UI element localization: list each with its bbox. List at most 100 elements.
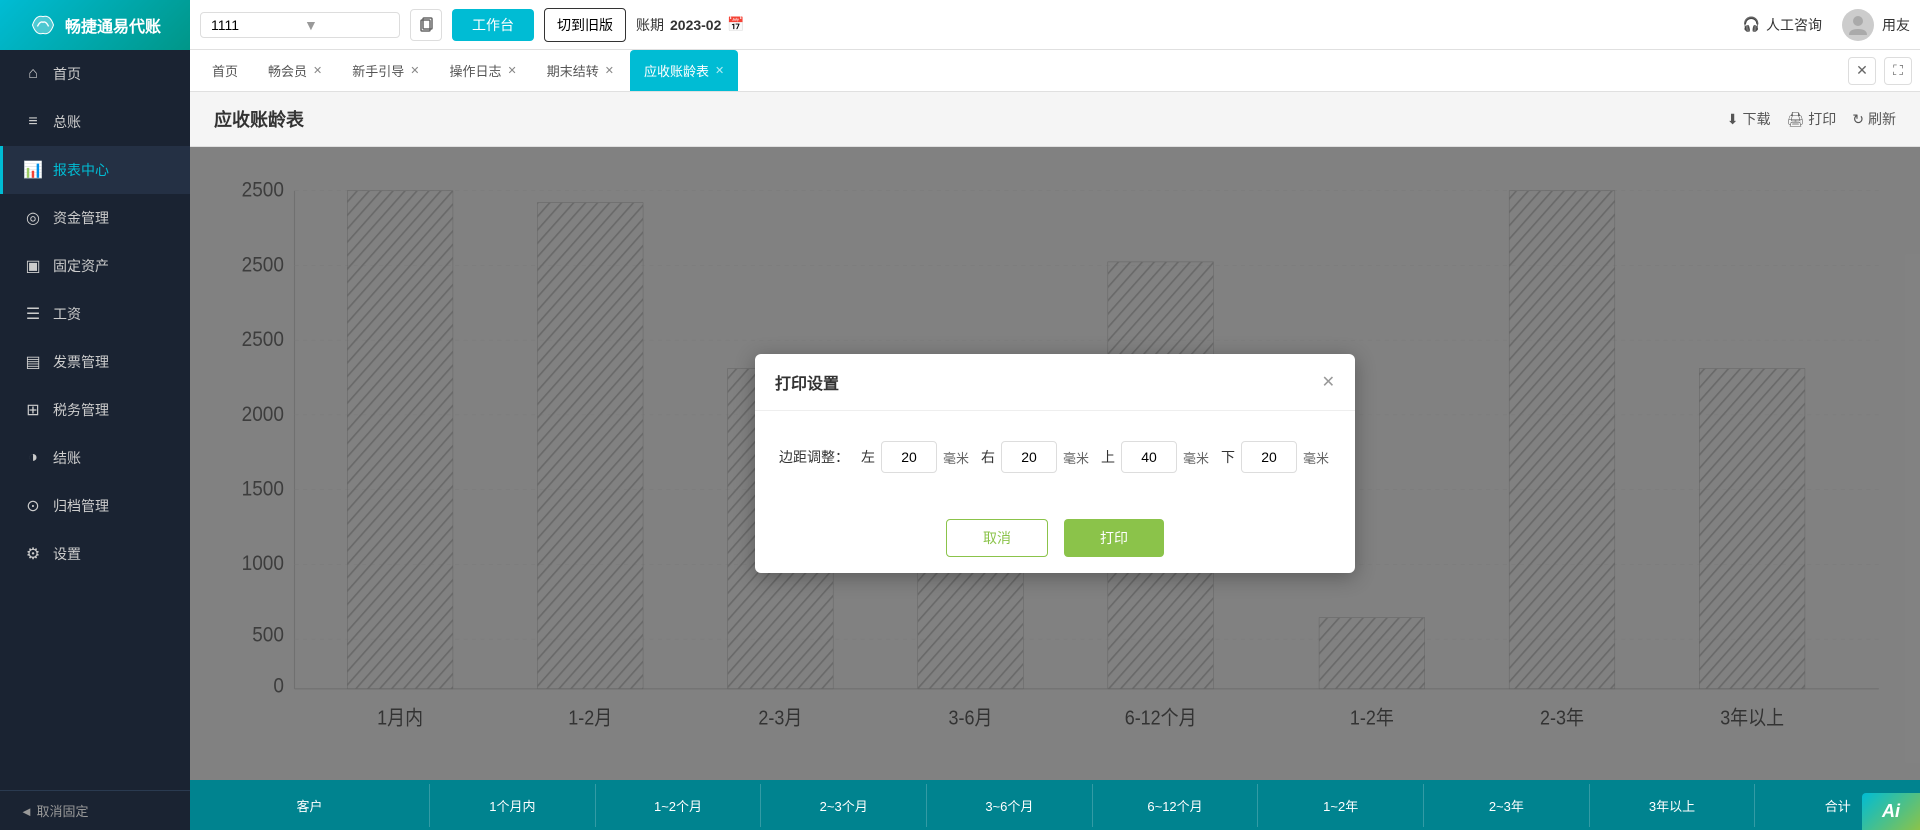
table-col-2month: 1~2个月: [596, 784, 762, 827]
settings-icon: ⚙: [23, 544, 43, 564]
print-icon: 🖨: [1786, 111, 1804, 128]
page-header: 应收账龄表 ⬇ 下载 🖨 打印 ↻ 刷新: [190, 92, 1920, 147]
sidebar-collapse-button[interactable]: ◄ 取消固定: [0, 790, 190, 830]
close-icon[interactable]: ✕: [508, 64, 517, 77]
table-col-3month: 2~3个月: [761, 784, 927, 827]
bottom-margin-input[interactable]: [1241, 441, 1297, 473]
margin-label: 边距调整：: [779, 447, 849, 467]
content-area: 首页 畅会员 ✕ 新手引导 ✕ 操作日志 ✕ 期末结转 ✕ 应收账龄表 ✕: [190, 50, 1920, 830]
copy-icon: [418, 17, 434, 33]
confirm-print-button[interactable]: 打印: [1064, 519, 1164, 557]
sidebar-item-ledger[interactable]: ≡ 总账: [0, 98, 190, 146]
logo-area: 畅捷通易代账: [0, 0, 190, 50]
page-actions: ⬇ 下载 🖨 打印 ↻ 刷新: [1727, 109, 1896, 129]
download-icon: ⬇: [1727, 111, 1739, 128]
copy-button[interactable]: [410, 9, 442, 41]
close-icon[interactable]: ✕: [715, 64, 724, 77]
bottom-margin-group: 下 毫米: [1221, 441, 1329, 473]
table-col-12month: 6~12个月: [1093, 784, 1259, 827]
calendar-icon[interactable]: 📅: [727, 16, 744, 33]
reports-icon: 📊: [23, 160, 43, 180]
bottom-table-header: 客户 1个月内 1~2个月 2~3个月 3~6个月 6~12个月 1~2年 2~…: [190, 780, 1920, 830]
right-unit: 毫米: [1063, 448, 1089, 467]
ai-badge[interactable]: Ai: [1862, 793, 1920, 830]
sidebar-item-funds[interactable]: ◎ 资金管理: [0, 194, 190, 242]
left-label: 左: [861, 447, 875, 467]
period-area: 账期 2023-02 📅: [636, 15, 745, 35]
headset-icon: 🎧: [1743, 16, 1760, 33]
sidebar: ⌂ 首页 ≡ 总账 📊 报表中心 ◎ 资金管理 ▣ 固定资产 ☰ 工资 ▤ 发票…: [0, 50, 190, 830]
sidebar-item-payroll[interactable]: ☰ 工资: [0, 290, 190, 338]
close-icon[interactable]: ✕: [410, 64, 419, 77]
logo-icon: [29, 11, 57, 39]
table-col-3year: 3年以上: [1590, 784, 1756, 827]
right-margin-group: 右 毫米: [981, 441, 1089, 473]
tab-bar: 首页 畅会员 ✕ 新手引导 ✕ 操作日志 ✕ 期末结转 ✕ 应收账龄表 ✕: [190, 50, 1920, 92]
sidebar-item-tax[interactable]: ⊞ 税务管理: [0, 386, 190, 434]
sidebar-item-home[interactable]: ⌂ 首页: [0, 50, 190, 98]
user-area[interactable]: 用友: [1842, 9, 1910, 41]
margin-row: 边距调整： 左 毫米 右 毫米: [779, 441, 1331, 473]
header-right: 🎧 人工咨询 用友: [1743, 9, 1910, 41]
table-col-6month: 3~6个月: [927, 784, 1093, 827]
refresh-button[interactable]: ↻ 刷新: [1852, 109, 1896, 129]
close-icon[interactable]: ✕: [605, 64, 614, 77]
download-button[interactable]: ⬇ 下载: [1727, 109, 1771, 129]
payroll-icon: ☰: [23, 304, 43, 324]
modal-footer: 取消 打印: [755, 503, 1355, 573]
workbench-button[interactable]: 工作台: [452, 9, 534, 41]
home-icon: ⌂: [23, 65, 43, 83]
cancel-button[interactable]: 取消: [946, 519, 1048, 557]
company-selector[interactable]: 1111 ▼: [200, 12, 400, 38]
table-col-2year: 2~3年: [1424, 784, 1590, 827]
refresh-icon: ↻: [1852, 111, 1864, 128]
top-label: 上: [1101, 447, 1115, 467]
modal-title: 打印设置: [775, 370, 839, 394]
tab-home[interactable]: 首页: [198, 50, 252, 91]
tab-aging[interactable]: 应收账龄表 ✕: [630, 50, 738, 91]
modal-body: 边距调整： 左 毫米 右 毫米: [755, 411, 1355, 503]
right-label: 右: [981, 447, 995, 467]
bottom-unit: 毫米: [1303, 448, 1329, 467]
tab-member[interactable]: 畅会员 ✕: [254, 50, 336, 91]
top-header: 畅捷通易代账 1111 ▼ 工作台 切到旧版 账期 2023-02 📅 🎧 人工…: [0, 0, 1920, 50]
close-icon[interactable]: ✕: [313, 64, 322, 77]
maximize-button[interactable]: ⛶: [1884, 57, 1912, 85]
table-col-1year: 1~2年: [1258, 784, 1424, 827]
sidebar-item-settlement[interactable]: ◑ 结账: [0, 434, 190, 482]
consultation-area[interactable]: 🎧 人工咨询: [1743, 15, 1822, 35]
left-unit: 毫米: [943, 448, 969, 467]
ledger-icon: ≡: [23, 113, 43, 131]
avatar: [1842, 9, 1874, 41]
sidebar-item-settings[interactable]: ⚙ 设置: [0, 530, 190, 578]
archive-icon: ⊙: [23, 496, 43, 516]
modal-header: 打印设置 ✕: [755, 354, 1355, 411]
page-content: 应收账龄表 ⬇ 下载 🖨 打印 ↻ 刷新: [190, 92, 1920, 830]
modal-overlay: 打印设置 ✕ 边距调整： 左 毫米: [190, 147, 1920, 780]
left-margin-input[interactable]: [881, 441, 937, 473]
tab-log[interactable]: 操作日志 ✕: [435, 50, 530, 91]
sidebar-item-invoice[interactable]: ▤ 发票管理: [0, 338, 190, 386]
sidebar-item-assets[interactable]: ▣ 固定资产: [0, 242, 190, 290]
tab-period-end[interactable]: 期末结转 ✕: [533, 50, 628, 91]
page-title: 应收账龄表: [214, 106, 1727, 132]
switch-version-button[interactable]: 切到旧版: [544, 8, 626, 42]
bottom-label: 下: [1221, 447, 1235, 467]
table-col-customer: 客户: [190, 784, 430, 827]
top-margin-input[interactable]: [1121, 441, 1177, 473]
tab-actions: ✕ ⛶: [1848, 57, 1912, 85]
right-margin-input[interactable]: [1001, 441, 1057, 473]
top-margin-group: 上 毫米: [1101, 441, 1209, 473]
close-window-button[interactable]: ✕: [1848, 57, 1876, 85]
sidebar-item-archive[interactable]: ⊙ 归档管理: [0, 482, 190, 530]
modal-close-button[interactable]: ✕: [1322, 372, 1335, 392]
print-button[interactable]: 🖨 打印: [1786, 109, 1836, 129]
table-col-1month: 1个月内: [430, 784, 596, 827]
print-settings-modal: 打印设置 ✕ 边距调整： 左 毫米: [755, 354, 1355, 573]
settlement-icon: ◑: [23, 449, 43, 467]
sidebar-item-reports[interactable]: 📊 报表中心: [0, 146, 190, 194]
chart-area: 2500 2500 2500 2000 1500 1000 500 0: [190, 147, 1920, 780]
main-layout: ⌂ 首页 ≡ 总账 📊 报表中心 ◎ 资金管理 ▣ 固定资产 ☰ 工资 ▤ 发票…: [0, 50, 1920, 830]
tab-guide[interactable]: 新手引导 ✕: [338, 50, 433, 91]
tax-icon: ⊞: [23, 400, 43, 420]
